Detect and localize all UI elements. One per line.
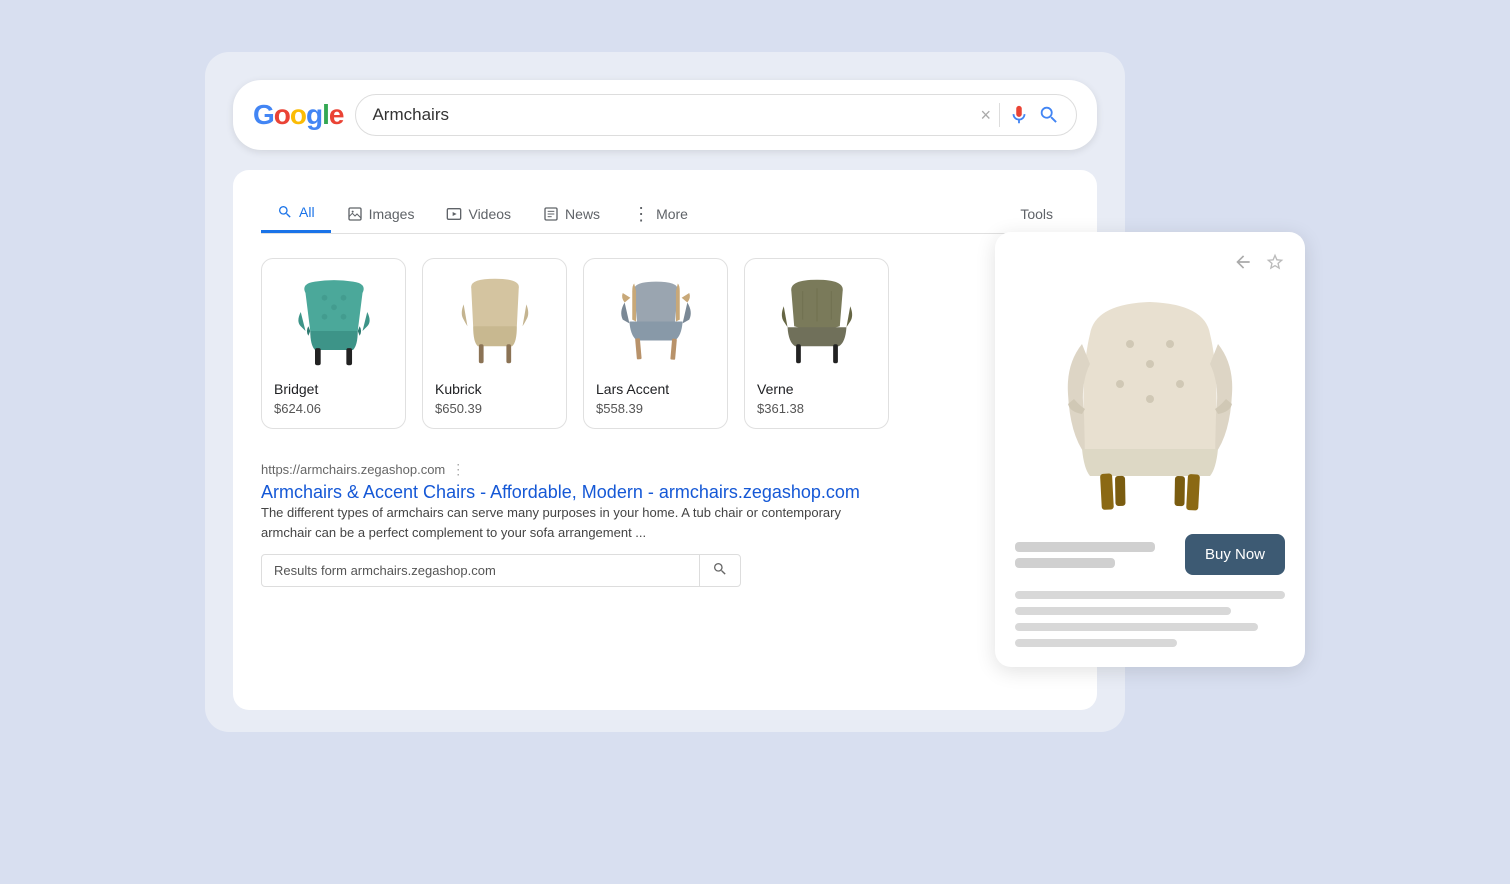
search-query-text: Armchairs: [372, 105, 972, 125]
product-price-kubrick: $650.39: [435, 401, 554, 416]
result-url-line: https://armchairs.zegashop.com ⋮: [261, 461, 1069, 478]
result-title-link[interactable]: Armchairs & Accent Chairs - Affordable, …: [261, 482, 860, 502]
all-tab-icon: [277, 204, 293, 220]
product-price-lars: $558.39: [596, 401, 715, 416]
google-logo: Google: [253, 99, 343, 131]
product-image-bridget: [274, 271, 394, 371]
detail-text-line3: [1015, 623, 1258, 631]
product-price-bridget: $624.06: [274, 401, 393, 416]
product-name-bridget: Bridget: [274, 381, 393, 397]
card-favorite-icon[interactable]: [1265, 252, 1285, 272]
detail-text-line2: [1015, 607, 1231, 615]
search-input-wrapper[interactable]: Armchairs ×: [355, 94, 1077, 136]
detail-text-section: [1015, 591, 1285, 647]
card-back-icon[interactable]: [1233, 252, 1253, 272]
product-name-kubrick: Kubrick: [435, 381, 554, 397]
result-search-button[interactable]: [699, 555, 740, 586]
detail-text-line4: [1015, 639, 1177, 647]
result-snippet-text: The different types of armchairs can ser…: [261, 503, 841, 542]
search-divider: [999, 103, 1000, 127]
tab-navigation: All Images Videos: [261, 194, 1069, 234]
videos-tab-icon: [446, 206, 462, 222]
tab-more-label: More: [656, 206, 688, 222]
tab-news[interactable]: News: [527, 196, 616, 232]
search-bar: Google Armchairs ×: [233, 80, 1097, 150]
tab-images-label: Images: [369, 206, 415, 222]
detail-text-line1: [1015, 591, 1285, 599]
search-result: https://armchairs.zegashop.com ⋮ Armchai…: [261, 457, 1069, 587]
product-card-kubrick[interactable]: Kubrick $650.39: [422, 258, 567, 429]
product-name-verne: Verne: [757, 381, 876, 397]
product-cards-section: Bridget $624.06: [261, 258, 1069, 429]
product-detail-text: [1015, 542, 1173, 568]
product-detail-line2: [1015, 558, 1115, 568]
mic-icon[interactable]: [1008, 104, 1030, 126]
card-top-actions: [1015, 252, 1285, 272]
tab-videos[interactable]: Videos: [430, 196, 527, 232]
tab-news-label: News: [565, 206, 600, 222]
result-url-more-icon[interactable]: ⋮: [451, 461, 465, 478]
result-url-text: https://armchairs.zegashop.com: [261, 462, 445, 477]
clear-icon[interactable]: ×: [980, 105, 991, 126]
result-search-input[interactable]: Results form armchairs.zegashop.com: [262, 557, 699, 584]
tab-all-label: All: [299, 204, 315, 220]
tab-all[interactable]: All: [261, 194, 331, 233]
tab-tools[interactable]: Tools: [1004, 196, 1069, 232]
more-dots-icon: ⋮: [632, 205, 650, 223]
product-card-verne[interactable]: Verne $361.38: [744, 258, 889, 429]
tab-more[interactable]: ⋮ More: [616, 195, 704, 233]
product-name-lars: Lars Accent: [596, 381, 715, 397]
result-search-icon: [712, 561, 728, 577]
product-image-verne: [757, 271, 877, 371]
tab-tools-label: Tools: [1020, 206, 1053, 222]
product-image-lars: [596, 271, 716, 371]
result-search-box[interactable]: Results form armchairs.zegashop.com: [261, 554, 741, 587]
product-card-lars[interactable]: Lars Accent $558.39: [583, 258, 728, 429]
tab-videos-label: Videos: [468, 206, 511, 222]
tab-images[interactable]: Images: [331, 196, 431, 232]
detail-product-image: [1015, 284, 1285, 514]
product-detail-card: Buy Now: [995, 232, 1305, 667]
product-card-bridget[interactable]: Bridget $624.06: [261, 258, 406, 429]
product-price-verne: $361.38: [757, 401, 876, 416]
news-tab-icon: [543, 206, 559, 222]
results-panel: All Images Videos: [233, 170, 1097, 710]
product-image-kubrick: [435, 271, 555, 371]
buy-now-area: Buy Now: [1015, 534, 1285, 575]
search-panel: Google Armchairs ×: [205, 52, 1125, 732]
search-submit-icon[interactable]: [1038, 104, 1060, 126]
buy-now-button[interactable]: Buy Now: [1185, 534, 1285, 575]
images-tab-icon: [347, 206, 363, 222]
product-detail-line1: [1015, 542, 1155, 552]
